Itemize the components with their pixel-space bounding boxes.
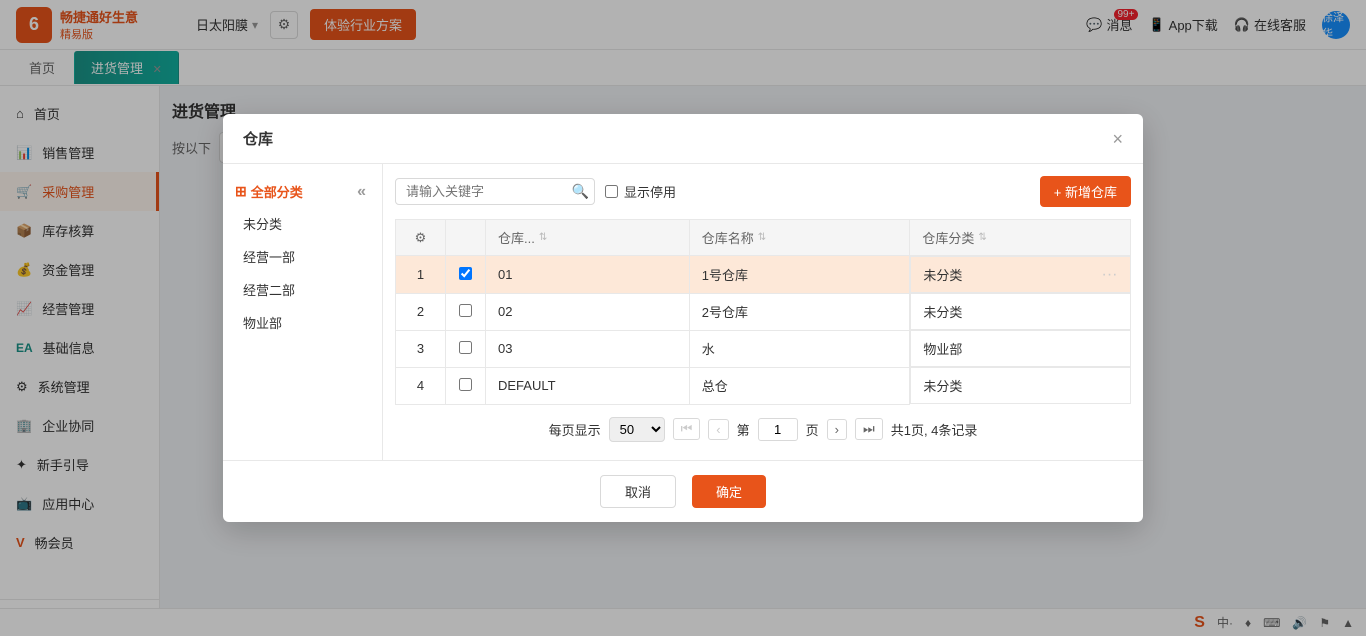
- row-category: 未分类 ···: [910, 256, 1130, 293]
- page-size-select[interactable]: 50 10 20 100: [609, 417, 665, 442]
- page-label: 页: [806, 420, 819, 439]
- next-page-button[interactable]: ›: [827, 419, 847, 440]
- table-row[interactable]: 3 03 水 物业部: [396, 330, 1131, 367]
- first-page-button[interactable]: ⏮: [673, 418, 701, 440]
- page-prefix: 第: [737, 420, 750, 439]
- category-sidebar: ⊞ 全部分类 « 未分类 经营一部 经营二部 物业部: [223, 164, 383, 460]
- category-item-property[interactable]: 物业部: [223, 306, 382, 339]
- search-icon[interactable]: 🔍: [572, 183, 589, 200]
- row-checkbox[interactable]: [446, 330, 486, 367]
- modal-body: ⊞ 全部分类 « 未分类 经营一部 经营二部 物业部 🔍: [223, 164, 1143, 460]
- col-code: 仓库... ⇅: [486, 220, 690, 256]
- add-warehouse-button[interactable]: + 新增仓库: [1040, 176, 1131, 207]
- row-name: 总仓: [689, 367, 910, 404]
- row-code: 02: [486, 293, 690, 330]
- page-size-label: 每页显示: [549, 420, 601, 439]
- row-index: 1: [396, 256, 446, 294]
- row-index: 4: [396, 367, 446, 404]
- row-code: 01: [486, 256, 690, 294]
- category-item-ops1[interactable]: 经营一部: [223, 240, 382, 273]
- row-name: 水: [689, 330, 910, 367]
- modal-right-panel: 🔍 显示停用 + 新增仓库 ⚙: [383, 164, 1143, 460]
- row-code: 03: [486, 330, 690, 367]
- warehouse-modal: 仓库 × ⊞ 全部分类 « 未分类 经营一部 经营二部 物业部: [223, 114, 1143, 522]
- col-gear: ⚙: [396, 220, 446, 256]
- warehouse-table: ⚙ 仓库... ⇅ 仓库名称: [395, 219, 1131, 405]
- row-index: 2: [396, 293, 446, 330]
- sort-icon-category: ⇅: [978, 232, 986, 243]
- row-code: DEFAULT: [486, 367, 690, 404]
- row-category: 物业部: [910, 330, 1130, 367]
- row-checkbox[interactable]: [446, 367, 486, 404]
- grid-icon: ⊞: [235, 183, 247, 200]
- search-input-wrap: 🔍: [395, 178, 595, 205]
- show-disabled-wrap: 显示停用: [605, 182, 676, 201]
- modal-close-button[interactable]: ×: [1112, 130, 1123, 148]
- total-info: 共1页, 4条记录: [891, 420, 978, 439]
- col-checkbox: [446, 220, 486, 256]
- col-name: 仓库名称 ⇅: [689, 220, 910, 256]
- search-input[interactable]: [395, 178, 595, 205]
- modal-title: 仓库: [243, 128, 273, 149]
- cancel-button[interactable]: 取消: [600, 475, 676, 508]
- current-page-input[interactable]: [758, 418, 798, 441]
- collapse-icon[interactable]: «: [353, 183, 370, 201]
- row-name: 1号仓库: [689, 256, 910, 294]
- pagination: 每页显示 50 10 20 100 ⏮ ‹ 第 页 › ⏭ 共1页, 4条记录: [395, 405, 1131, 448]
- sort-icon-code: ⇅: [539, 232, 547, 243]
- table-row[interactable]: 2 02 2号仓库 未分类: [396, 293, 1131, 330]
- col-category: 仓库分类 ⇅: [910, 220, 1131, 256]
- row-actions[interactable]: ···: [1102, 266, 1118, 284]
- category-item-unclassified[interactable]: 未分类: [223, 207, 382, 240]
- table-row[interactable]: 1 01 1号仓库 未分类 ···: [396, 256, 1131, 294]
- row-category: 未分类: [910, 293, 1130, 330]
- table-row[interactable]: 4 DEFAULT 总仓 未分类: [396, 367, 1131, 404]
- category-item-ops2[interactable]: 经营二部: [223, 273, 382, 306]
- confirm-button[interactable]: 确定: [692, 475, 766, 508]
- show-disabled-checkbox[interactable]: [605, 185, 618, 198]
- row-name: 2号仓库: [689, 293, 910, 330]
- last-page-button[interactable]: ⏭: [855, 418, 883, 440]
- sort-icon-name: ⇅: [758, 232, 766, 243]
- modal-search-bar: 🔍 显示停用 + 新增仓库: [395, 176, 1131, 207]
- prev-page-button[interactable]: ‹: [708, 419, 728, 440]
- row-category: 未分类: [910, 367, 1130, 404]
- modal-header: 仓库 ×: [223, 114, 1143, 164]
- warehouse-table-wrap: ⚙ 仓库... ⇅ 仓库名称: [395, 219, 1131, 405]
- all-categories-item[interactable]: ⊞ 全部分类 «: [223, 176, 382, 207]
- modal-footer: 取消 确定: [223, 460, 1143, 522]
- row-checkbox[interactable]: [446, 256, 486, 294]
- row-checkbox[interactable]: [446, 293, 486, 330]
- modal-backdrop: 仓库 × ⊞ 全部分类 « 未分类 经营一部 经营二部 物业部: [0, 0, 1366, 636]
- row-index: 3: [396, 330, 446, 367]
